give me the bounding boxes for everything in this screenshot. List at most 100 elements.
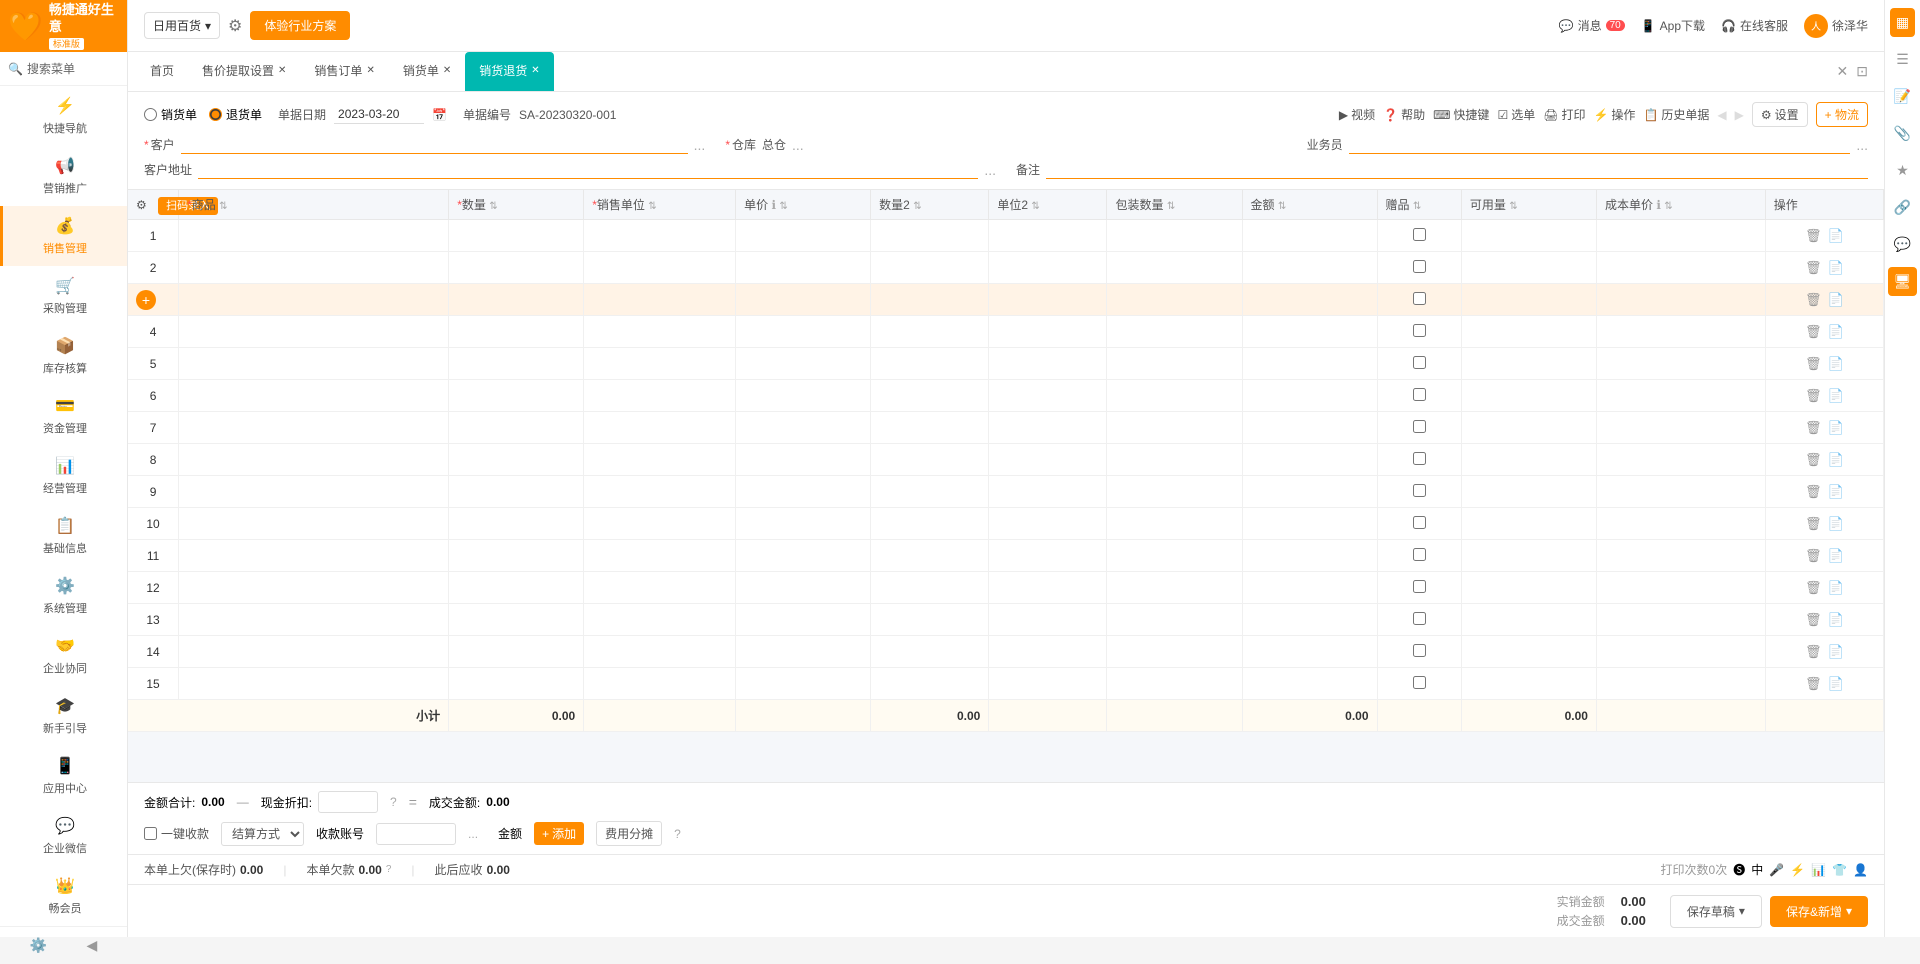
unit-price-cell[interactable] bbox=[736, 636, 871, 668]
remark-input[interactable] bbox=[1046, 160, 1868, 179]
salesperson-select-dots[interactable]: ... bbox=[1856, 137, 1868, 153]
gift-checkbox-cell[interactable] bbox=[1377, 508, 1461, 540]
pkg-qty-cell[interactable] bbox=[1107, 604, 1242, 636]
sidebar-item-basics[interactable]: 📋基础信息 bbox=[0, 506, 127, 566]
available-cell[interactable] bbox=[1461, 572, 1596, 604]
product-input[interactable] bbox=[187, 293, 440, 307]
qty2-cell[interactable] bbox=[871, 668, 989, 700]
u2-sort-icon[interactable]: ⇅ bbox=[1031, 201, 1039, 212]
cost-price-cell[interactable] bbox=[1596, 508, 1765, 540]
unit2-cell[interactable] bbox=[989, 636, 1107, 668]
amount-cell[interactable] bbox=[1242, 444, 1377, 476]
sales-unit-cell[interactable] bbox=[584, 348, 736, 380]
trial-btn[interactable]: 体验行业方案 bbox=[250, 11, 350, 40]
copy-icon[interactable]: 📄 bbox=[1828, 516, 1844, 532]
settings-gear-icon[interactable]: ⚙ bbox=[228, 16, 242, 36]
gift-checkbox[interactable] bbox=[1413, 676, 1426, 689]
sales-unit-cell[interactable] bbox=[584, 444, 736, 476]
quick-pay-checkbox[interactable]: 一键收款 bbox=[144, 825, 209, 842]
qty2-cell[interactable] bbox=[871, 540, 989, 572]
amount-cell[interactable] bbox=[1242, 636, 1377, 668]
pkg-qty-cell[interactable] bbox=[1107, 284, 1242, 316]
tab-close-sales-return[interactable]: ✕ bbox=[531, 65, 539, 76]
sales-unit-cell[interactable] bbox=[584, 412, 736, 444]
amount-cell[interactable] bbox=[1242, 540, 1377, 572]
save-new-btn[interactable]: 保存&新增 ▾ bbox=[1770, 896, 1868, 927]
cost-price-cell[interactable] bbox=[1596, 636, 1765, 668]
product-cell[interactable] bbox=[179, 636, 449, 668]
cost-price-cell[interactable] bbox=[1596, 316, 1765, 348]
help-action[interactable]: ❓ 帮助 bbox=[1383, 106, 1425, 123]
qty-cell[interactable] bbox=[449, 380, 584, 412]
available-cell[interactable] bbox=[1461, 220, 1596, 252]
available-cell[interactable] bbox=[1461, 508, 1596, 540]
gift-checkbox[interactable] bbox=[1413, 324, 1426, 337]
amount-cell[interactable] bbox=[1242, 380, 1377, 412]
amount-cell[interactable] bbox=[1242, 348, 1377, 380]
amount-cell[interactable] bbox=[1242, 252, 1377, 284]
qty2-cell[interactable] bbox=[871, 380, 989, 412]
product-cell[interactable] bbox=[179, 284, 449, 316]
available-cell[interactable] bbox=[1461, 380, 1596, 412]
delete-icon[interactable]: 🗑 bbox=[1805, 548, 1822, 564]
product-input[interactable] bbox=[187, 517, 440, 531]
qty2-cell[interactable] bbox=[871, 252, 989, 284]
sales-unit-cell[interactable] bbox=[584, 220, 736, 252]
sidebar-item-marketing[interactable]: 📢营销推广 bbox=[0, 146, 127, 206]
salesperson-input[interactable] bbox=[1349, 135, 1851, 154]
unit-price-cell[interactable] bbox=[736, 540, 871, 572]
sidebar-item-inventory[interactable]: 📦库存核算 bbox=[0, 326, 127, 386]
sidebar-item-operations[interactable]: 📊经营管理 bbox=[0, 446, 127, 506]
expense-help-icon[interactable]: ? bbox=[674, 827, 681, 841]
gift-checkbox-cell[interactable] bbox=[1377, 316, 1461, 348]
product-input[interactable] bbox=[187, 549, 440, 563]
calc-method-select[interactable]: 结算方式 bbox=[221, 822, 304, 846]
tab-price-setting[interactable]: 售价提取设置✕ bbox=[188, 52, 300, 91]
gift-checkbox-cell[interactable] bbox=[1377, 444, 1461, 476]
amount-cell[interactable] bbox=[1242, 572, 1377, 604]
pkg-qty-cell[interactable] bbox=[1107, 220, 1242, 252]
industry-select[interactable]: 日用百货 ▾ bbox=[144, 12, 220, 39]
shortcut-action[interactable]: ⌨ 快捷键 bbox=[1433, 106, 1489, 123]
copy-icon[interactable]: 📄 bbox=[1828, 548, 1844, 564]
toolbar-icon-5[interactable]: 📊 bbox=[1811, 863, 1826, 877]
gift-checkbox-cell[interactable] bbox=[1377, 540, 1461, 572]
sidebar-item-purchase[interactable]: 🛒采购管理 bbox=[0, 266, 127, 326]
gift-checkbox[interactable] bbox=[1413, 548, 1426, 561]
tab-sales-order[interactable]: 销售订单✕ bbox=[300, 52, 388, 91]
app-download-btn[interactable]: 📱 App下载 bbox=[1641, 17, 1705, 34]
tab-close-sales-order[interactable]: ✕ bbox=[366, 65, 374, 76]
av-sort-icon[interactable]: ⇅ bbox=[1509, 201, 1517, 212]
help-discount-icon[interactable]: ? bbox=[390, 795, 397, 809]
qty-cell[interactable] bbox=[449, 476, 584, 508]
product-input[interactable] bbox=[187, 581, 440, 595]
account-input[interactable] bbox=[376, 823, 456, 845]
gift-checkbox-cell[interactable] bbox=[1377, 348, 1461, 380]
copy-icon[interactable]: 📄 bbox=[1828, 356, 1844, 372]
sidebar-item-shortcut[interactable]: ⚡快捷导航 bbox=[0, 86, 127, 146]
amount-cell[interactable] bbox=[1242, 508, 1377, 540]
copy-icon[interactable]: 📄 bbox=[1828, 644, 1844, 660]
available-cell[interactable] bbox=[1461, 476, 1596, 508]
settings-icon[interactable]: ⚙️ bbox=[30, 937, 47, 954]
unit-price-cell[interactable] bbox=[736, 508, 871, 540]
customer-input[interactable] bbox=[181, 135, 688, 154]
gift-checkbox[interactable] bbox=[1413, 612, 1426, 625]
up-sort-icon[interactable]: ⇅ bbox=[779, 201, 787, 212]
date-input[interactable] bbox=[334, 105, 424, 124]
qty-cell[interactable] bbox=[449, 668, 584, 700]
customer-select-dots[interactable]: ... bbox=[694, 137, 706, 153]
note-icon[interactable]: 📝 bbox=[1888, 82, 1917, 111]
qty-cell[interactable] bbox=[449, 284, 584, 316]
pkg-qty-cell[interactable] bbox=[1107, 348, 1242, 380]
su-sort-icon[interactable]: ⇅ bbox=[648, 201, 656, 212]
product-cell[interactable] bbox=[179, 316, 449, 348]
available-cell[interactable] bbox=[1461, 668, 1596, 700]
select-action[interactable]: ☑ 选单 bbox=[1497, 106, 1535, 123]
cost-price-cell[interactable] bbox=[1596, 380, 1765, 412]
unit-price-cell[interactable] bbox=[736, 668, 871, 700]
gift-checkbox[interactable] bbox=[1413, 516, 1426, 529]
link-icon[interactable]: 🔗 bbox=[1888, 193, 1917, 222]
unit2-cell[interactable] bbox=[989, 508, 1107, 540]
cp-sort-icon[interactable]: ⇅ bbox=[1664, 201, 1672, 212]
